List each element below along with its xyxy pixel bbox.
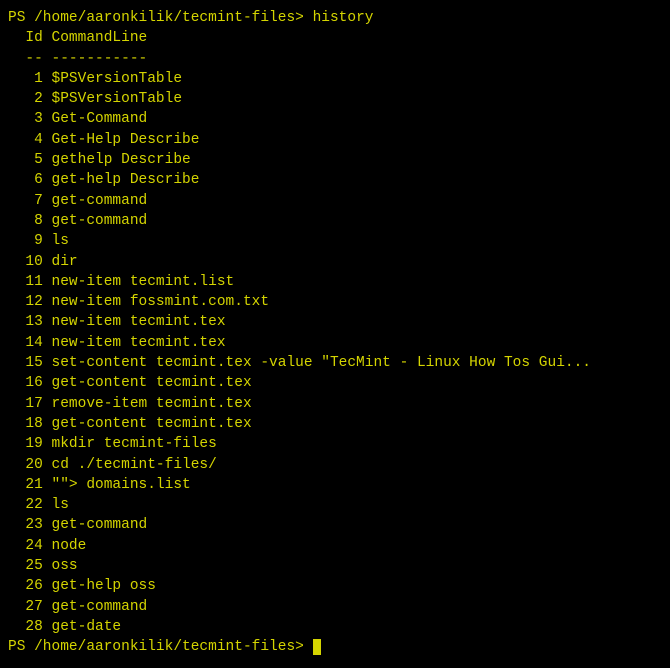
prompt-path: PS /home/aaronkilik/tecmint-files> xyxy=(8,639,313,655)
history-row: 17 remove-item tecmint.tex xyxy=(8,394,646,414)
history-divider: -- ----------- xyxy=(8,49,646,69)
history-row: 12 new-item fossmint.com.txt xyxy=(8,292,646,312)
cursor-icon xyxy=(313,639,321,655)
history-row: 22 ls xyxy=(8,495,646,515)
history-row: 21 ""> domains.list xyxy=(8,475,646,495)
history-row: 24 node xyxy=(8,536,646,556)
history-row: 2 $PSVersionTable xyxy=(8,89,646,109)
history-row: 14 new-item tecmint.tex xyxy=(8,333,646,353)
history-row: 26 get-help oss xyxy=(8,576,646,596)
history-row: 15 set-content tecmint.tex -value "TecMi… xyxy=(8,353,646,373)
history-row: 25 oss xyxy=(8,556,646,576)
history-row: 6 get-help Describe xyxy=(8,170,646,190)
prompt-path: PS /home/aaronkilik/tecmint-files> xyxy=(8,10,313,26)
history-row: 8 get-command xyxy=(8,211,646,231)
history-row: 5 gethelp Describe xyxy=(8,150,646,170)
prompt-line-top: PS /home/aaronkilik/tecmint-files> histo… xyxy=(8,8,646,28)
history-row: 19 mkdir tecmint-files xyxy=(8,434,646,454)
history-row: 28 get-date xyxy=(8,617,646,637)
history-row: 3 Get-Command xyxy=(8,109,646,129)
history-row: 13 new-item tecmint.tex xyxy=(8,312,646,332)
history-row: 23 get-command xyxy=(8,515,646,535)
history-row: 9 ls xyxy=(8,231,646,251)
prompt-line-bottom[interactable]: PS /home/aaronkilik/tecmint-files> xyxy=(8,637,646,657)
history-row: 16 get-content tecmint.tex xyxy=(8,373,646,393)
history-row: 10 dir xyxy=(8,252,646,272)
history-row: 11 new-item tecmint.list xyxy=(8,272,646,292)
history-row: 27 get-command xyxy=(8,597,646,617)
history-row: 4 Get-Help Describe xyxy=(8,130,646,150)
history-header: Id CommandLine xyxy=(8,28,646,48)
history-row: 18 get-content tecmint.tex xyxy=(8,414,646,434)
history-row: 7 get-command xyxy=(8,191,646,211)
history-row: 1 $PSVersionTable xyxy=(8,69,646,89)
history-row: 20 cd ./tecmint-files/ xyxy=(8,455,646,475)
command-input[interactable]: history xyxy=(313,10,374,26)
